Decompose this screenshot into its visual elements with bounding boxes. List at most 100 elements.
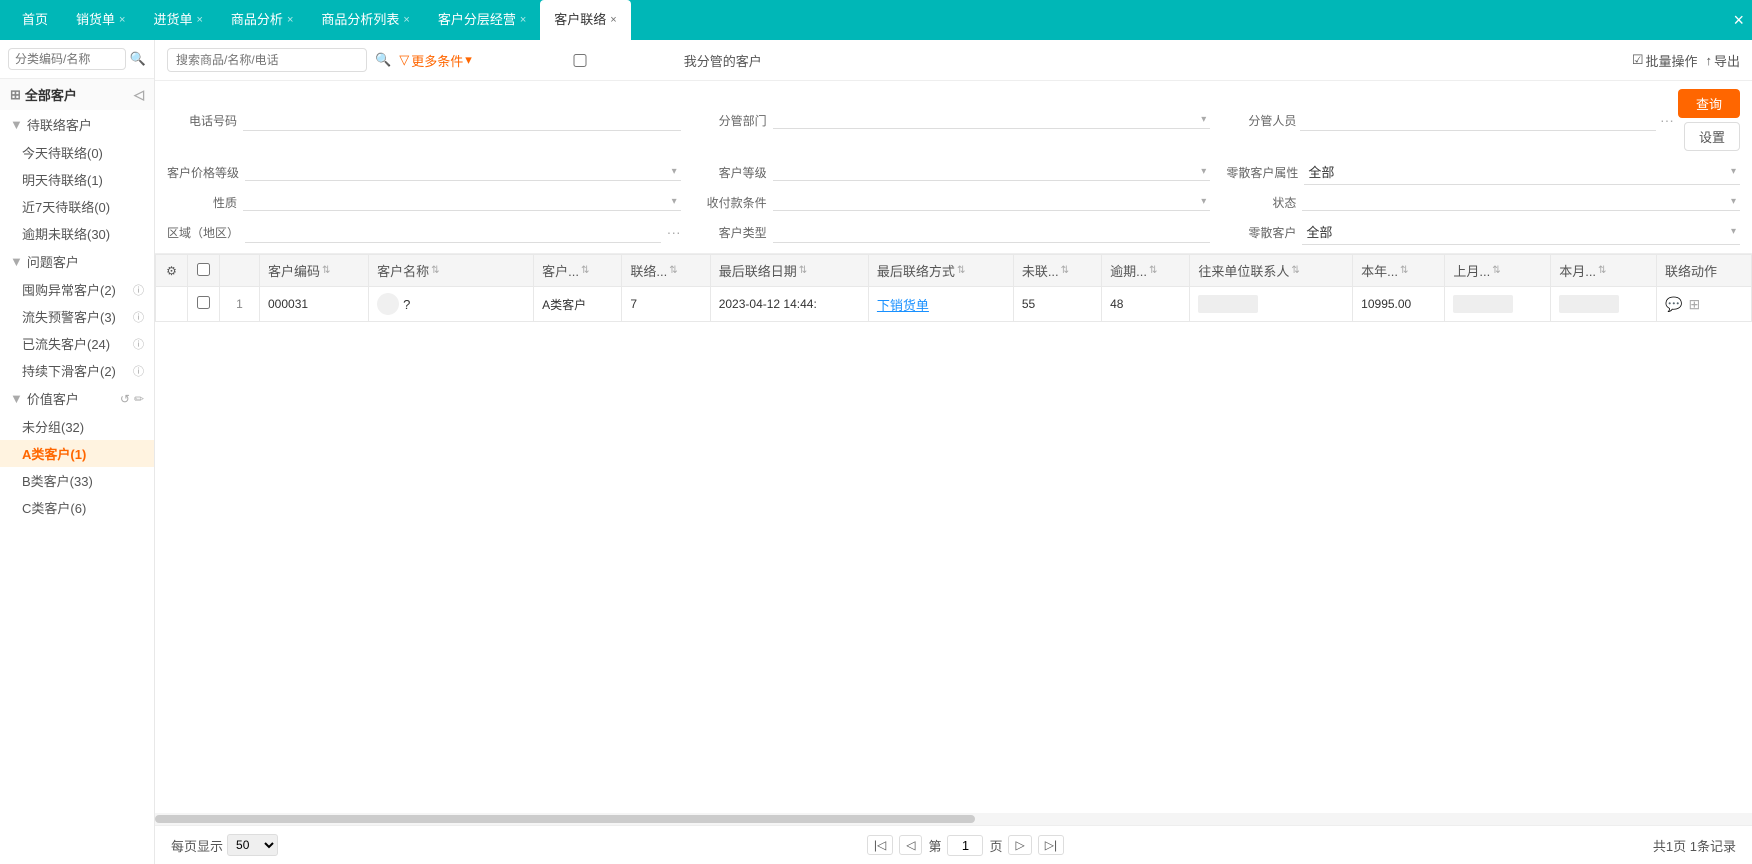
filter-customer-level: 客户等级 ▾ [697, 159, 1211, 185]
filter-retail-select[interactable]: 全部 ▾ [1302, 219, 1740, 245]
th-check-all[interactable] [197, 263, 210, 276]
nav-purchase-close[interactable]: × [196, 0, 202, 40]
first-page-btn[interactable]: |◁ [867, 835, 893, 855]
filter-customer-level-select[interactable]: ▾ [773, 163, 1211, 181]
horizontal-scrollbar[interactable] [155, 813, 1752, 825]
arrow-icon2: ▼ [10, 254, 23, 269]
more-action-icon[interactable]: ⊞ [1688, 296, 1700, 313]
my-customers-filter[interactable]: 我分管的客户 [480, 51, 762, 70]
filter-nature-select[interactable]: ▾ [243, 193, 681, 211]
last-page-btn[interactable]: ▷| [1038, 835, 1064, 855]
sidebar-item-overdue[interactable]: 逾期未联络(30) [0, 220, 154, 247]
sidebar-item-tomorrow-label: 明天待联络(1) [22, 170, 144, 189]
query-button[interactable]: 查询 [1678, 89, 1740, 118]
th-contacts-person[interactable]: 往来单位联系人 ⇅ [1190, 255, 1353, 287]
th-name-label: 客户名称 [377, 261, 429, 280]
page-size-label: 每页显示 [171, 836, 223, 855]
edit-icon[interactable]: ✏ [134, 392, 144, 406]
section-problem-title[interactable]: ▼ 问题客户 [0, 247, 154, 276]
sidebar-item-c-class[interactable]: C类客户(6) [0, 494, 154, 521]
sidebar-collapse-btn[interactable]: ◁ [134, 87, 144, 103]
next-page-btn[interactable]: ▷ [1008, 835, 1031, 855]
sidebar-item-ungroup[interactable]: 未分组(32) [0, 413, 154, 440]
search-input[interactable] [167, 48, 367, 72]
nav-goods-list[interactable]: 商品分析列表 × [307, 0, 423, 40]
td-last-month [1445, 287, 1551, 322]
th-this-month[interactable]: 本月... ⇅ [1551, 255, 1657, 287]
filter-retail-attr-select[interactable]: 全部 ▾ [1304, 159, 1740, 185]
th-last-method[interactable]: 最后联络方式 ⇅ [868, 255, 1013, 287]
filter-phone-input[interactable] [243, 110, 681, 131]
th-gear[interactable]: ⚙ [156, 255, 188, 287]
th-name[interactable]: 客户名称 ⇅ [369, 255, 534, 287]
sidebar-item-declining[interactable]: 持续下滑客户(2) ⓘ [0, 357, 154, 384]
th-num [220, 255, 260, 287]
nav-sales-close[interactable]: × [119, 0, 125, 40]
sidebar-item-7days[interactable]: 近7天待联络(0) [0, 193, 154, 220]
section-value-title[interactable]: ▼ 价值客户 ↺ ✏ [0, 384, 154, 413]
nav-customer-segment[interactable]: 客户分层经营 × [424, 0, 540, 40]
sidebar-item-tomorrow[interactable]: 明天待联络(1) [0, 166, 154, 193]
sidebar-item-b-class[interactable]: B类客户(33) [0, 467, 154, 494]
more-filter-btn[interactable]: ▽ 更多条件 ▾ [399, 51, 472, 70]
td-check[interactable] [188, 287, 220, 322]
nav-purchase[interactable]: 进货单 × [139, 0, 216, 40]
setting-button[interactable]: 设置 [1684, 122, 1740, 151]
scrollbar-thumb[interactable] [155, 815, 975, 823]
th-contact[interactable]: 联络... ⇅ [622, 255, 710, 287]
filter-customer-type-input[interactable] [773, 222, 1211, 243]
batch-btn[interactable]: ☑ 批量操作 [1632, 51, 1698, 70]
table-footer: 每页显示 50 100 200 |◁ ◁ 第 页 ▷ ▷| 共1页 1条记录 [155, 825, 1752, 864]
sidebar-item-lost[interactable]: 已流失客户(24) ⓘ [0, 330, 154, 357]
filter-dept-select[interactable]: ▾ [773, 111, 1211, 129]
row-checkbox[interactable] [197, 296, 210, 309]
filter-status-select[interactable]: ▾ [1302, 193, 1740, 211]
contact-icon[interactable]: 💬 [1665, 296, 1682, 313]
th-last-month[interactable]: 上月... ⇅ [1445, 255, 1551, 287]
filter-bar-right: ☑ 批量操作 ↑ 导出 [1632, 51, 1740, 70]
section-pending-title[interactable]: ▼ 待联络客户 [0, 110, 154, 139]
th-check[interactable] [188, 255, 220, 287]
th-this-year[interactable]: 本年... ⇅ [1353, 255, 1445, 287]
filter-manager-more[interactable]: ··· [1660, 112, 1674, 128]
th-overdue[interactable]: 逾期... ⇅ [1102, 255, 1190, 287]
page-size-select[interactable]: 50 100 200 [227, 834, 278, 856]
prev-page-btn[interactable]: ◁ [899, 835, 922, 855]
nav-goods-list-close[interactable]: × [403, 0, 409, 40]
main-layout: 🔍 ⊞ 全部客户 ◁ ▼ 待联络客户 今天待联络(0) 明天待联络(1) 近7天… [0, 40, 1752, 864]
filter-region-input[interactable] [245, 222, 661, 243]
nav-customer-contact-close[interactable]: × [610, 0, 616, 40]
sidebar-item-today[interactable]: 今天待联络(0) [0, 139, 154, 166]
last-method-link[interactable]: 下销货单 [877, 298, 929, 313]
th-uncontacted[interactable]: 未联... ⇅ [1013, 255, 1101, 287]
nav-customer-contact-label: 客户联络 [554, 0, 606, 40]
filter-retail: 零散客户 全部 ▾ [1226, 219, 1740, 245]
nav-goods-analysis-close[interactable]: × [287, 0, 293, 40]
filter-payment-select[interactable]: ▾ [773, 193, 1211, 211]
page-number-input[interactable] [947, 835, 983, 856]
sidebar-search-input[interactable] [8, 48, 126, 70]
th-type[interactable]: 客户... ⇅ [534, 255, 622, 287]
filter-price-level-select[interactable]: ▾ [245, 163, 681, 181]
nav-home[interactable]: 首页 [8, 0, 62, 40]
close-all-btn[interactable]: × [1733, 10, 1744, 31]
sidebar-search-icon[interactable]: 🔍 [130, 51, 146, 67]
sidebar-all-customers[interactable]: ⊞ 全部客户 ◁ [0, 79, 154, 110]
nav-goods-analysis[interactable]: 商品分析 × [217, 0, 307, 40]
th-code[interactable]: 客户编码 ⇅ [260, 255, 369, 287]
my-customers-checkbox[interactable] [480, 54, 680, 67]
export-btn[interactable]: ↑ 导出 [1705, 51, 1740, 70]
sidebar-item-warning[interactable]: 流失预警客户(3) ⓘ [0, 303, 154, 330]
arrow-icon3: ▼ [10, 391, 23, 406]
sidebar-item-abnormal[interactable]: 囤购异常客户(2) ⓘ [0, 276, 154, 303]
sidebar-item-a-class[interactable]: A类客户(1) [0, 440, 154, 467]
search-btn[interactable]: 🔍 [375, 52, 391, 68]
sidebar-search-area: 🔍 [0, 40, 154, 79]
nav-sales[interactable]: 销货单 × [62, 0, 139, 40]
nav-customer-segment-close[interactable]: × [520, 0, 526, 40]
filter-region-more[interactable]: ··· [667, 224, 681, 240]
nav-customer-contact[interactable]: 客户联络 × [540, 0, 630, 40]
th-last-date[interactable]: 最后联络日期 ⇅ [710, 255, 868, 287]
filter-manager-input[interactable] [1300, 110, 1656, 131]
refresh-icon[interactable]: ↺ [120, 392, 130, 406]
